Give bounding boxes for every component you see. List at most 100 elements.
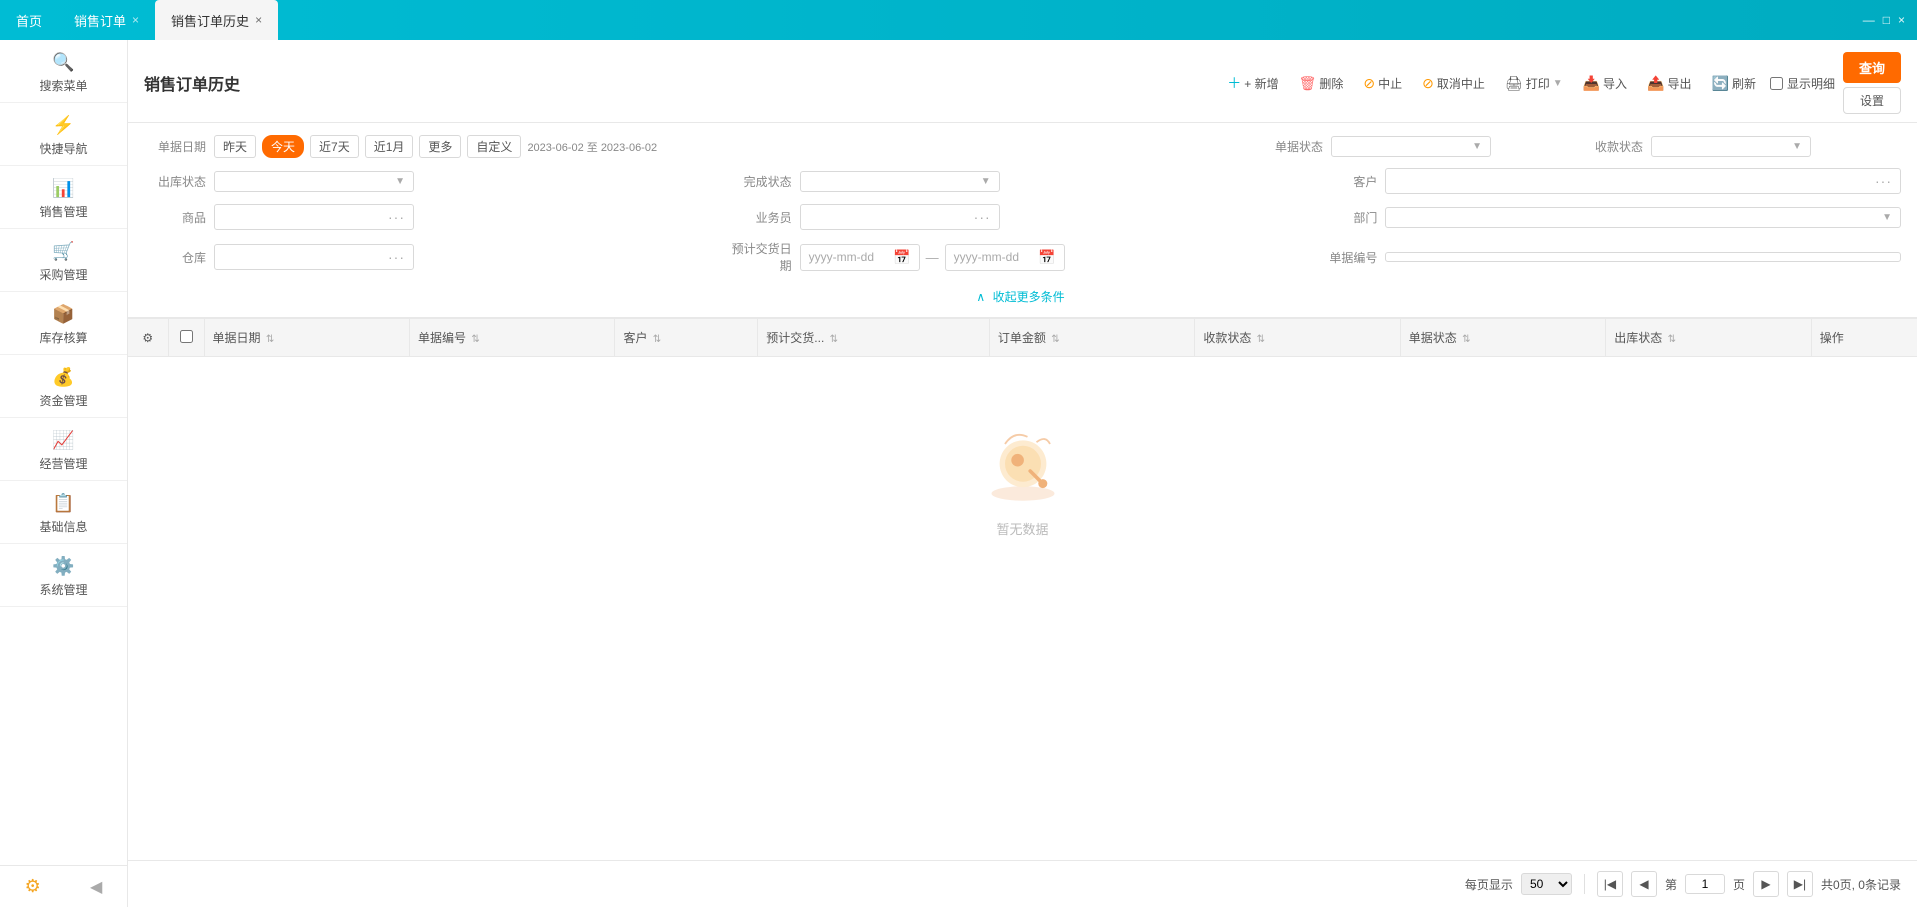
sidebar-item-quick-nav[interactable]: ⚡ 快捷导航 — [0, 103, 127, 166]
sidebar-collapse-icon[interactable]: ◀ — [90, 877, 102, 897]
prev-page-button[interactable]: ◀ — [1631, 871, 1657, 897]
date-btn-1month[interactable]: 近1月 — [365, 135, 414, 158]
filter-row-1: 单据日期 昨天 今天 近7天 近1月 更多 自定义 2023-06-02 至 2… — [144, 135, 1901, 158]
complete-status-section: 完成状态 ▼ — [730, 171, 1316, 192]
tab-sales-order-close[interactable]: × — [132, 13, 139, 27]
sales-mgmt-icon: 📊 — [52, 178, 74, 199]
export-button[interactable]: 📤 导出 — [1641, 71, 1697, 96]
tab-sales-order[interactable]: 销售订单 × — [58, 0, 155, 40]
sidebar-item-operations[interactable]: 📈 经营管理 — [0, 418, 127, 481]
sidebar-item-search-menu-label: 搜索菜单 — [39, 77, 87, 94]
table-area: ⚙ 单据日期 ⇅ 单据编号 ⇅ — [128, 318, 1917, 860]
th-bill-number[interactable]: 单据编号 ⇅ — [409, 319, 614, 357]
print-arrow-icon: ▼ — [1553, 78, 1563, 89]
sidebar-settings-icon[interactable]: ⚙ — [25, 876, 41, 897]
minimize-button[interactable]: — — [1863, 13, 1875, 27]
refresh-button[interactable]: 🔄 刷新 — [1706, 71, 1762, 96]
delete-button[interactable]: 🗑 删除 — [1293, 71, 1350, 96]
page-number-input[interactable] — [1685, 874, 1725, 894]
delivery-date-start[interactable]: yyyy-mm-dd 📅 — [800, 244, 920, 271]
sidebar-item-search-menu[interactable]: 🔍 搜索菜单 — [0, 40, 127, 103]
sidebar-item-purchase-mgmt-label: 采购管理 — [39, 266, 87, 283]
sidebar-item-finance[interactable]: 💰 资金管理 — [0, 355, 127, 418]
print-label: 打印 — [1526, 75, 1550, 92]
date-btn-yesterday[interactable]: 昨天 — [214, 135, 256, 158]
import-icon: 📥 — [1583, 75, 1600, 92]
date-btn-today[interactable]: 今天 — [262, 135, 304, 158]
first-page-button[interactable]: |◀ — [1597, 871, 1623, 897]
bill-number-input[interactable] — [1385, 252, 1901, 262]
th-checkbox[interactable] — [168, 319, 204, 357]
delete-icon: 🗑 — [1299, 75, 1317, 92]
payment-status-select[interactable]: ▼ — [1651, 136, 1811, 157]
display-detail-input[interactable] — [1770, 77, 1783, 90]
th-out-status-label: 出库状态 — [1614, 331, 1662, 345]
next-page-button[interactable]: ▶ — [1753, 871, 1779, 897]
query-button[interactable]: 查询 — [1843, 52, 1901, 83]
bill-status-select[interactable]: ▼ — [1331, 136, 1491, 157]
th-bill-date-label: 单据日期 — [213, 331, 261, 345]
close-button[interactable]: × — [1898, 13, 1905, 27]
payment-status-section: 收款状态 ▼ — [1581, 136, 1901, 157]
sidebar-item-sales-mgmt[interactable]: 📊 销售管理 — [0, 166, 127, 229]
th-bill-date[interactable]: 单据日期 ⇅ — [204, 319, 409, 357]
warehouse-input[interactable]: ··· — [214, 244, 414, 270]
sidebar-bottom: ⚙ ◀ — [0, 865, 127, 907]
page-prefix-label: 第 — [1665, 876, 1677, 893]
th-bill-status[interactable]: 单据状态 ⇅ — [1400, 319, 1605, 357]
th-payment-status[interactable]: 收款状态 ⇅ — [1195, 319, 1400, 357]
search-menu-icon: 🔍 — [52, 52, 74, 73]
date-btn-custom[interactable]: 自定义 — [467, 135, 521, 158]
customer-input[interactable]: ··· — [1385, 168, 1901, 194]
display-detail-checkbox[interactable]: 显示明细 — [1770, 75, 1835, 92]
bill-status-section: 单据状态 ▼ — [1261, 136, 1581, 157]
date-range-text: 2023-06-02 至 2023-06-02 — [527, 139, 657, 155]
th-order-amount[interactable]: 订单金额 ⇅ — [989, 319, 1194, 357]
th-out-status[interactable]: 出库状态 ⇅ — [1606, 319, 1811, 357]
stop-button[interactable]: ⊘ 中止 — [1357, 71, 1408, 96]
date-btn-more[interactable]: 更多 — [419, 135, 461, 158]
page-title: 销售订单历史 — [144, 71, 240, 95]
date-label: 单据日期 — [144, 138, 214, 155]
date-btn-7days[interactable]: 近7天 — [310, 135, 359, 158]
goods-label: 商品 — [144, 209, 214, 226]
sidebar-item-system-mgmt-label: 系统管理 — [39, 581, 87, 598]
sidebar-item-inventory[interactable]: 📦 库存核算 — [0, 292, 127, 355]
sidebar-item-system-mgmt[interactable]: ⚙️ 系统管理 — [0, 544, 127, 607]
warehouse-dots-icon: ··· — [388, 249, 405, 265]
tab-sales-order-history[interactable]: 销售订单历史 × — [155, 0, 278, 40]
last-page-button[interactable]: ▶| — [1787, 871, 1813, 897]
delivery-date-end[interactable]: yyyy-mm-dd 📅 — [945, 244, 1065, 271]
dept-select[interactable]: ▼ — [1385, 207, 1901, 228]
salesman-input[interactable]: ··· — [800, 204, 1000, 230]
calendar-end-icon: 📅 — [1038, 249, 1055, 266]
th-delivery-date[interactable]: 预计交货... ⇅ — [758, 319, 990, 357]
pagination-bar: 每页显示 50 10 20 100 |◀ ◀ 第 页 ▶ ▶| 共0页, 0条记… — [128, 860, 1917, 907]
new-button[interactable]: ＋ + 新增 — [1221, 69, 1284, 97]
th-customer[interactable]: 客户 ⇅ — [615, 319, 758, 357]
sidebar-item-purchase-mgmt[interactable]: 🛒 采购管理 — [0, 229, 127, 292]
filter-row-2: 出库状态 ▼ 完成状态 ▼ 客户 — [144, 168, 1901, 194]
tab-home[interactable]: 首页 — [0, 0, 58, 40]
sidebar-item-basic-info[interactable]: 📋 基础信息 — [0, 481, 127, 544]
tab-sales-order-history-close[interactable]: × — [255, 13, 262, 27]
settings-button[interactable]: 设置 — [1843, 87, 1901, 114]
out-status-select[interactable]: ▼ — [214, 171, 414, 192]
total-records-label: 共0页, 0条记录 — [1821, 876, 1901, 893]
pagination-divider — [1584, 874, 1585, 894]
print-button[interactable]: 🖨 打印 ▼ — [1499, 71, 1569, 96]
delivery-date-end-text: yyyy-mm-dd — [954, 250, 1019, 264]
cancel-button[interactable]: ⊘ 取消中止 — [1416, 71, 1491, 96]
finance-icon: 💰 — [52, 367, 74, 388]
import-button[interactable]: 📥 导入 — [1577, 71, 1633, 96]
empty-state: 暂无数据 — [128, 357, 1917, 598]
goods-input[interactable]: ··· — [214, 204, 414, 230]
restore-button[interactable]: □ — [1883, 13, 1890, 27]
select-all-checkbox[interactable] — [180, 330, 193, 343]
collapse-bar[interactable]: ∧ 收起更多条件 — [144, 284, 1901, 309]
complete-status-select[interactable]: ▼ — [800, 171, 1000, 192]
customer-dots-icon: ··· — [1875, 173, 1892, 189]
th-settings[interactable]: ⚙ — [128, 319, 168, 357]
per-page-select[interactable]: 50 10 20 100 — [1521, 873, 1572, 895]
system-mgmt-icon: ⚙️ — [52, 556, 74, 577]
